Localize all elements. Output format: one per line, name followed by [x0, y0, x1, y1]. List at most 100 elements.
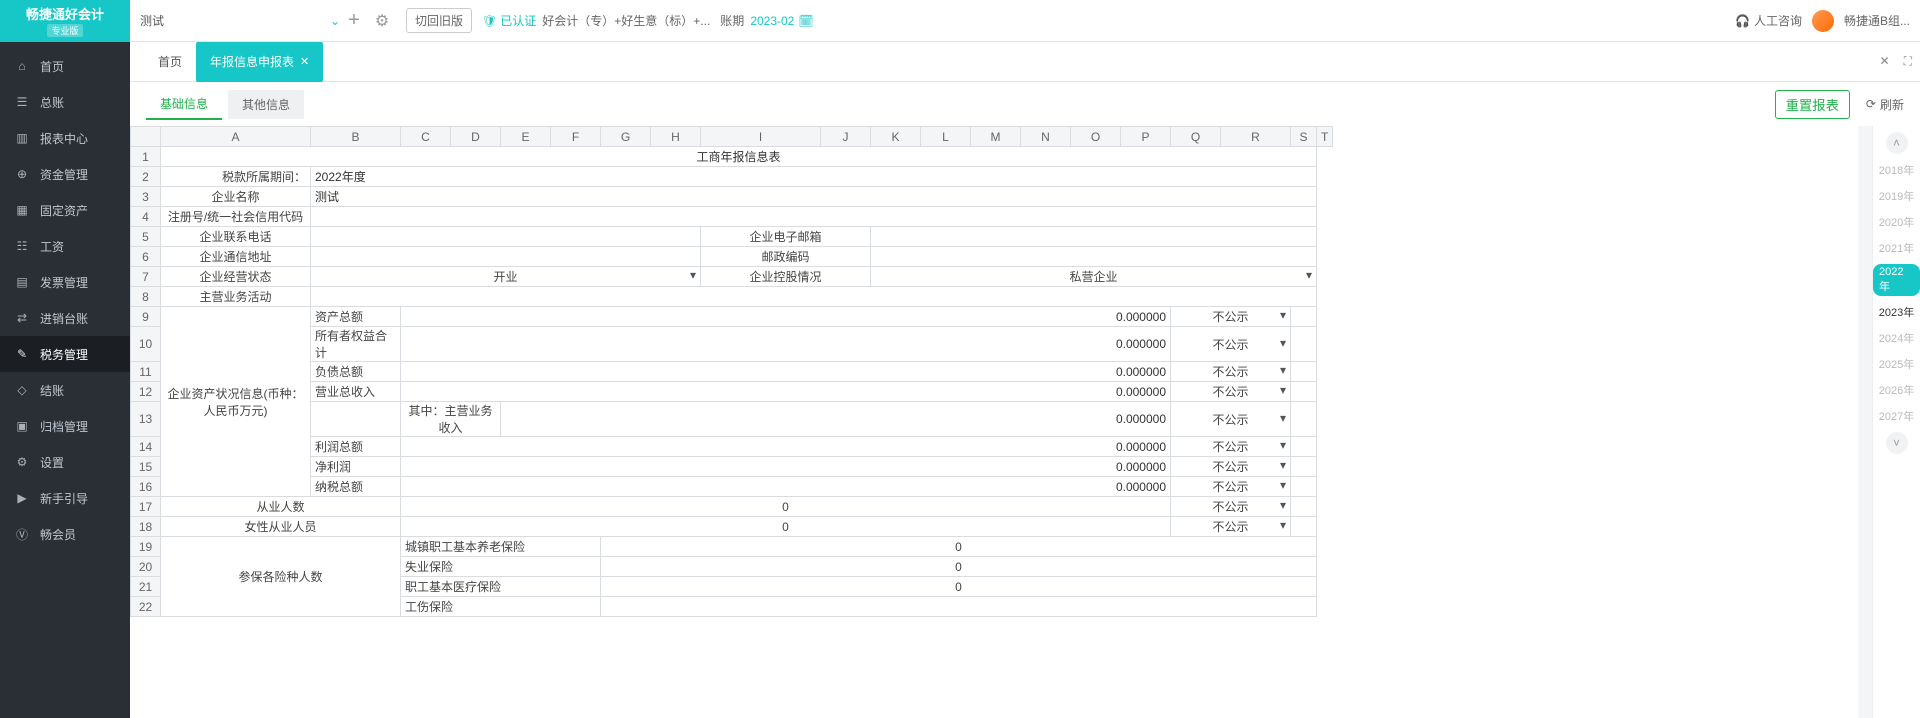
vertical-scrollbar[interactable]	[1858, 126, 1872, 718]
rownum[interactable]: 15	[131, 457, 161, 477]
expand-icon[interactable]: ⛶	[1904, 54, 1912, 69]
sidebar-item-close[interactable]: ◇结账	[0, 372, 130, 408]
close-icon[interactable]: ✕	[300, 55, 309, 68]
label-holding[interactable]: 企业控股情况	[701, 267, 871, 287]
sidebar-item-reports[interactable]: ▥报表中心	[0, 120, 130, 156]
rownum[interactable]: 11	[131, 362, 161, 382]
extra-r12[interactable]	[1291, 382, 1317, 402]
pub-r13[interactable]: 不公示	[1171, 402, 1291, 437]
label-address[interactable]: 企业通信地址	[161, 247, 311, 267]
val-r10[interactable]: 0.000000	[401, 327, 1171, 362]
val-r19[interactable]: 0	[601, 537, 1317, 557]
label-r20[interactable]: 失业保险	[401, 557, 601, 577]
label-r13[interactable]: 其中：主营业务收入	[401, 402, 501, 437]
col-D[interactable]: D	[451, 127, 501, 147]
extra-r13[interactable]	[1291, 402, 1317, 437]
user-name[interactable]: 畅捷通B组...	[1844, 12, 1910, 29]
tab-annual-report[interactable]: 年报信息申报表 ✕	[196, 42, 323, 82]
label-r19[interactable]: 城镇职工基本养老保险	[401, 537, 601, 557]
rownum[interactable]: 18	[131, 517, 161, 537]
pub-r18[interactable]: 不公示	[1171, 517, 1291, 537]
label-r22[interactable]: 工伤保险	[401, 597, 601, 617]
rownum[interactable]: 4	[131, 207, 161, 227]
col-M[interactable]: M	[971, 127, 1021, 147]
label-r10[interactable]: 所有者权益合计	[311, 327, 401, 362]
val-r11[interactable]: 0.000000	[401, 362, 1171, 382]
col-P[interactable]: P	[1121, 127, 1171, 147]
extra-r10[interactable]	[1291, 327, 1317, 362]
sheet-area[interactable]: A B C D E F G H I J K L M	[130, 126, 1858, 718]
col-A[interactable]: A	[161, 127, 311, 147]
val-r18[interactable]: 0	[401, 517, 1171, 537]
sidebar-item-archive[interactable]: ▣归档管理	[0, 408, 130, 444]
label-insurance-block[interactable]: 参保各险种人数	[161, 537, 401, 617]
sidebar-item-ledger[interactable]: ☰总账	[0, 84, 130, 120]
val-r13[interactable]: 0.000000	[501, 402, 1171, 437]
cell-postal[interactable]	[871, 247, 1317, 267]
sidebar-item-member[interactable]: Ⓥ畅会员	[0, 516, 130, 552]
rownum[interactable]: 2	[131, 167, 161, 187]
label-r12[interactable]: 营业总收入	[311, 382, 401, 402]
pub-r16[interactable]: 不公示	[1171, 477, 1291, 497]
col-H[interactable]: H	[651, 127, 701, 147]
rownum[interactable]: 20	[131, 557, 161, 577]
pub-r12[interactable]: 不公示	[1171, 382, 1291, 402]
pub-r14[interactable]: 不公示	[1171, 437, 1291, 457]
pub-r17[interactable]: 不公示	[1171, 497, 1291, 517]
sidebar-item-salary[interactable]: ☷工资	[0, 228, 130, 264]
subtab-basic[interactable]: 基础信息	[146, 89, 222, 120]
pub-r10[interactable]: 不公示	[1171, 327, 1291, 362]
col-C[interactable]: C	[401, 127, 451, 147]
cell-phone[interactable]	[311, 227, 701, 247]
rownum[interactable]: 8	[131, 287, 161, 307]
sidebar-item-assets[interactable]: ▦固定资产	[0, 192, 130, 228]
extra-r11[interactable]	[1291, 362, 1317, 382]
refresh-button[interactable]: ⟳ 刷新	[1866, 96, 1904, 113]
label-postal[interactable]: 邮政编码	[701, 247, 871, 267]
label-asset-block[interactable]: 企业资产状况信息(币种：人民币万元)	[161, 307, 311, 497]
val-r9[interactable]: 0.000000	[401, 307, 1171, 327]
sidebar-item-stock[interactable]: ⇄进销台账	[0, 300, 130, 336]
sidebar-item-tax[interactable]: ✎税务管理	[0, 336, 130, 372]
corner-cell[interactable]	[131, 127, 161, 147]
rownum[interactable]: 10	[131, 327, 161, 362]
rownum[interactable]: 3	[131, 187, 161, 207]
year-2024[interactable]: 2024年	[1875, 328, 1918, 348]
settings-icon[interactable]: ⚙	[368, 7, 396, 35]
tab-home[interactable]: 首页	[144, 42, 196, 82]
switch-old-button[interactable]: 切回旧版	[406, 8, 472, 33]
col-F[interactable]: F	[551, 127, 601, 147]
extra-r15[interactable]	[1291, 457, 1317, 477]
rownum[interactable]: 7	[131, 267, 161, 287]
pub-r15[interactable]: 不公示	[1171, 457, 1291, 477]
rownum[interactable]: 9	[131, 307, 161, 327]
pub-r11[interactable]: 不公示	[1171, 362, 1291, 382]
col-J[interactable]: J	[821, 127, 871, 147]
spreadsheet[interactable]: A B C D E F G H I J K L M	[130, 126, 1333, 617]
extra-r17[interactable]	[1291, 497, 1317, 517]
col-S[interactable]: S	[1291, 127, 1317, 147]
label-biz-status[interactable]: 企业经营状态	[161, 267, 311, 287]
label-r14[interactable]: 利润总额	[311, 437, 401, 457]
year-2018[interactable]: 2018年	[1875, 160, 1918, 180]
val-r17[interactable]: 0	[401, 497, 1171, 517]
col-E[interactable]: E	[501, 127, 551, 147]
period-value[interactable]: 2022年度	[311, 167, 1317, 187]
year-down-button[interactable]: ˅	[1886, 432, 1908, 454]
rownum[interactable]: 19	[131, 537, 161, 557]
rownum[interactable]: 21	[131, 577, 161, 597]
subtab-other[interactable]: 其他信息	[228, 90, 304, 119]
extra-r9[interactable]	[1291, 307, 1317, 327]
cell-company-name[interactable]: 测试	[311, 187, 1317, 207]
year-2025[interactable]: 2025年	[1875, 354, 1918, 374]
sidebar-item-funds[interactable]: ⊕资金管理	[0, 156, 130, 192]
add-company-button[interactable]: +	[340, 7, 368, 35]
rownum[interactable]: 5	[131, 227, 161, 247]
cell-main-biz[interactable]	[311, 287, 1317, 307]
cell-email[interactable]	[871, 227, 1317, 247]
blank-r13[interactable]	[311, 402, 401, 437]
col-G[interactable]: G	[601, 127, 651, 147]
val-r22[interactable]	[601, 597, 1317, 617]
label-r21[interactable]: 职工基本医疗保险	[401, 577, 601, 597]
year-2020[interactable]: 2020年	[1875, 212, 1918, 232]
